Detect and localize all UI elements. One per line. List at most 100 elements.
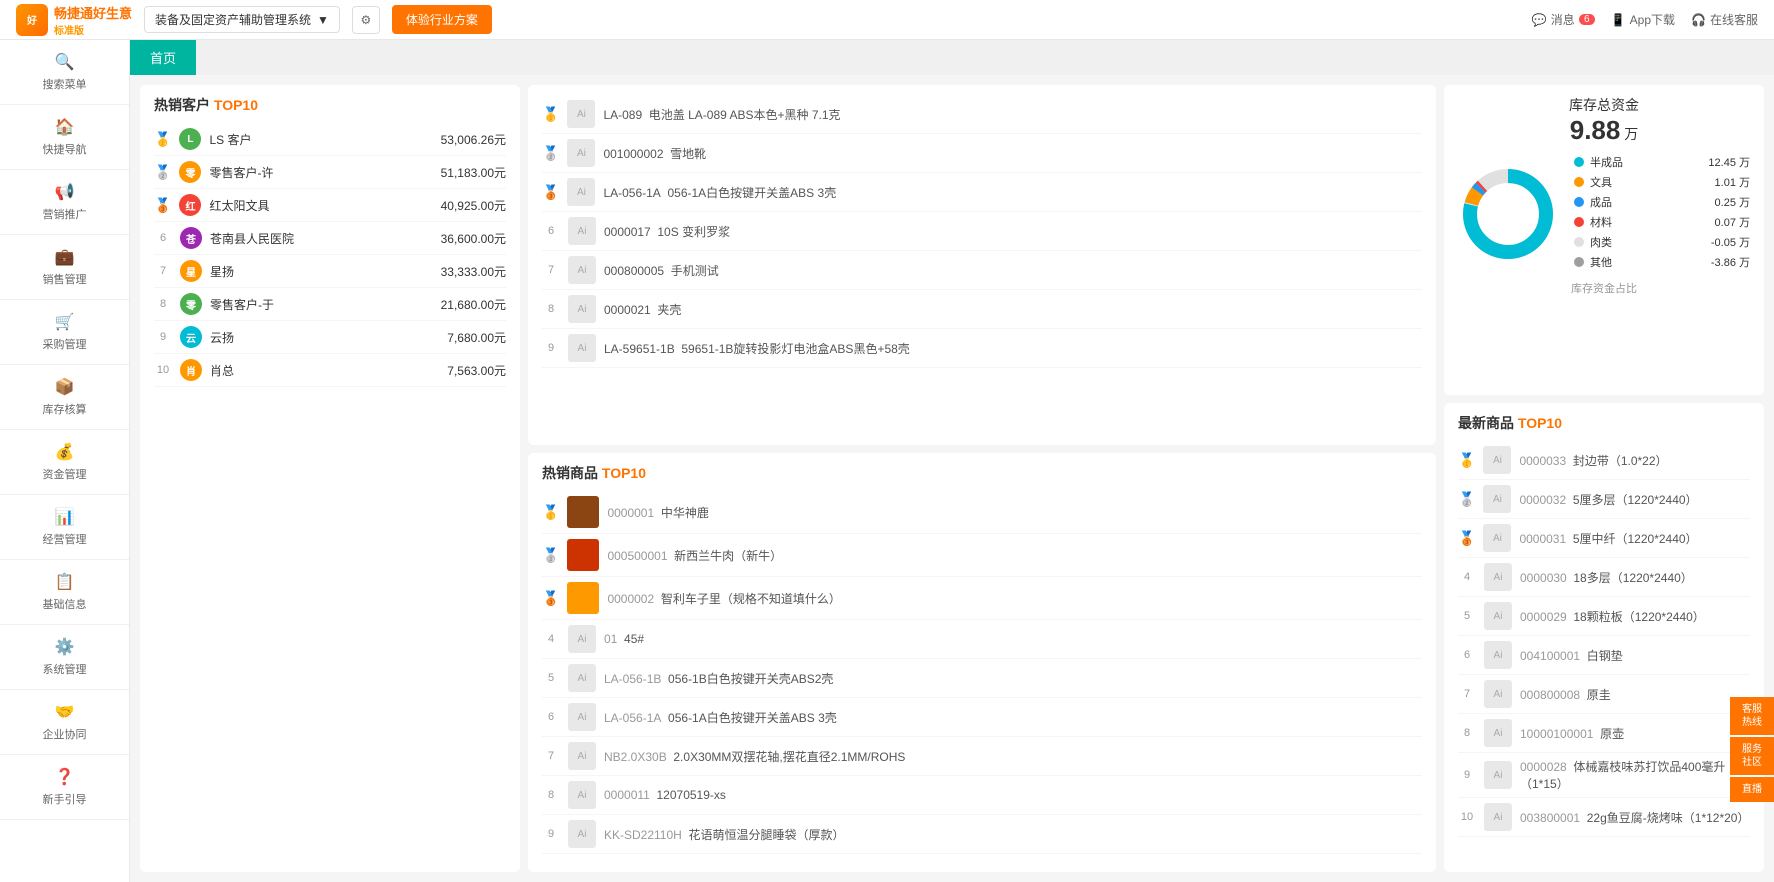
sidebar-item-finance[interactable]: 💰 资金管理 <box>0 430 129 495</box>
rank-num: 5 <box>1458 610 1476 622</box>
inventory-amount: 9.88 <box>1570 115 1621 145</box>
product-info: 0000031 5厘中纤（1220*2440） <box>1519 530 1750 547</box>
product-thumbnail: Ai <box>567 139 595 167</box>
service-item[interactable]: 🎧 在线客服 <box>1691 11 1758 28</box>
service-hotline-button[interactable]: 客服热线 <box>1730 697 1774 735</box>
legend-item: 其他 -3.86 万 <box>1574 254 1750 270</box>
customer-rank-item: 7 星 星扬 33,333.00元 <box>154 255 506 288</box>
hot-product-item: 4 Ai 01 45# <box>542 620 1422 659</box>
product-thumbnail: Ai <box>1484 563 1512 591</box>
header-right: 💬 消息 6 📱 App下载 🎧 在线客服 <box>1532 11 1758 28</box>
service-buttons: 客服热线 服务社区 直播 <box>1730 697 1774 802</box>
sidebar-item-system[interactable]: ⚙️ 系统管理 <box>0 625 129 690</box>
rank-num: 9 <box>1458 769 1476 781</box>
right-panel: 库存总资金 9.88 万 <box>1444 85 1764 872</box>
product-image-placeholder: Ai <box>568 781 596 809</box>
product-image-placeholder: Ai <box>568 820 596 848</box>
sidebar-item-guide[interactable]: ❓ 新手引导 <box>0 755 129 820</box>
legend-label: 其他 <box>1590 254 1705 270</box>
service-community-button[interactable]: 服务社区 <box>1730 737 1774 775</box>
rank-num: 8 <box>1458 727 1476 739</box>
enterprise-icon: 🤝 <box>55 702 75 722</box>
headset-icon: 🎧 <box>1691 13 1706 27</box>
hot-product-item: 🥇 0000001 中华神鹿 <box>542 491 1422 534</box>
hot-products-title: 热销商品 TOP10 <box>542 463 1422 483</box>
rank-medal: 🥉 <box>1458 530 1475 547</box>
rank-medal: 🥈 <box>542 145 559 162</box>
product-info: 0000011 12070519-xs <box>604 788 1422 802</box>
customer-name: 苍南县人民医院 <box>210 230 433 247</box>
rank-medal: 🥇 <box>542 504 559 521</box>
rank-medal: 🥇 <box>1458 452 1475 469</box>
hot-products-right-card: 🥇 Ai LA-089 电池盖 LA-089 ABS本色+黑种 7.1克 🥈 A… <box>528 85 1436 445</box>
hot-product-item: 6 Ai LA-056-1A 056-1A白色按键开关盖ABS 3壳 <box>542 698 1422 737</box>
customer-name: 云扬 <box>210 329 439 346</box>
hot-product-right-item: 🥈 Ai 001000002 雪地靴 <box>542 134 1422 173</box>
customer-name: 零售客户-于 <box>210 296 433 313</box>
sidebar-item-basic[interactable]: 📋 基础信息 <box>0 560 129 625</box>
rank-medal: 🥇 <box>154 131 171 148</box>
sidebar-shortcut-label: 快捷导航 <box>43 141 87 157</box>
hot-product-right-item: 9 Ai LA-59651-1B 59651-1B旋转投影灯电池盒ABS黑色+5… <box>542 329 1422 368</box>
sidebar-item-enterprise[interactable]: 🤝 企业协同 <box>0 690 129 755</box>
left-panel: 热销客户 TOP10 🥇 L LS 客户 53,006.26元 🥈 零 零售客户… <box>140 85 520 872</box>
hot-product-right-item: 🥇 Ai LA-089 电池盖 LA-089 ABS本色+黑种 7.1克 <box>542 95 1422 134</box>
chart-area: 半成品 12.45 万 文具 1.01 万 成品 0.25 万 材料 0.07 … <box>1458 154 1750 274</box>
sidebar-item-shortcut[interactable]: 🏠 快捷导航 <box>0 105 129 170</box>
hot-product-item: 8 Ai 0000011 12070519-xs <box>542 776 1422 815</box>
sidebar-item-sales[interactable]: 💼 销售管理 <box>0 235 129 300</box>
rank-num: 6 <box>154 232 172 244</box>
customer-amount: 36,600.00元 <box>441 230 506 247</box>
product-info: 004100001 白钢垫 <box>1520 647 1750 664</box>
trial-button[interactable]: 体验行业方案 <box>392 5 492 34</box>
product-thumbnail: Ai <box>1484 641 1512 669</box>
rank-num: 5 <box>542 672 560 684</box>
product-thumbnail: Ai <box>1483 524 1511 552</box>
legend-label: 材料 <box>1590 214 1709 230</box>
product-thumbnail: Ai <box>1484 680 1512 708</box>
sidebar-item-marketing[interactable]: 📢 营销推广 <box>0 170 129 235</box>
finance-icon: 💰 <box>55 442 75 462</box>
product-thumbnail: Ai <box>1484 803 1512 831</box>
product-image-placeholder: Ai <box>568 703 596 731</box>
legend-label: 半成品 <box>1590 154 1702 170</box>
hot-product-item: 7 Ai NB2.0X30B 2.0X30MM双摆花轴,摆花直径2.1MM/RO… <box>542 737 1422 776</box>
product-info: 0000028 体械嘉枝味苏打饮品400毫升（1*15） <box>1520 758 1750 792</box>
sidebar-item-operation[interactable]: 📊 经营管理 <box>0 495 129 560</box>
app-download-item[interactable]: 📱 App下载 <box>1611 11 1675 28</box>
customer-avatar: 零 <box>180 293 202 315</box>
sidebar-item-inventory[interactable]: 📦 库存核算 <box>0 365 129 430</box>
message-item[interactable]: 💬 消息 6 <box>1532 11 1595 28</box>
rank-num: 8 <box>542 789 560 801</box>
rank-medal: 🥈 <box>1458 491 1475 508</box>
message-badge: 6 <box>1579 14 1595 25</box>
customer-amount: 7,680.00元 <box>447 329 506 346</box>
legend-dot <box>1574 177 1584 187</box>
new-products-title: 最新商品 TOP10 <box>1458 413 1750 433</box>
sidebar-item-purchase[interactable]: 🛒 采购管理 <box>0 300 129 365</box>
sidebar-item-search[interactable]: 🔍 搜索菜单 <box>0 40 129 105</box>
rank-num: 7 <box>542 750 560 762</box>
product-info: 0000002 智利车子里（规格不知道填什么） <box>607 590 1422 607</box>
sidebar-system-label: 系统管理 <box>43 661 87 677</box>
product-image <box>567 539 599 571</box>
rank-num: 8 <box>154 298 172 310</box>
system-selector[interactable]: 装备及固定资产辅助管理系统 ▼ <box>144 6 340 33</box>
system-icon: ⚙️ <box>55 637 75 657</box>
product-code-name: 000800005 手机测试 <box>604 262 1422 279</box>
product-info: 003800001 22g鱼豆腐-烧烤味（1*12*20） <box>1520 809 1750 826</box>
rank-medal: 🥉 <box>542 184 559 201</box>
logo-area: 好 畅捷通好生意 标准版 <box>16 3 132 37</box>
product-info: 01 45# <box>604 632 1422 646</box>
hot-product-item: 🥈 000500001 新西兰牛肉（新牛） <box>542 534 1422 577</box>
rank-num: 6 <box>542 225 560 237</box>
nav-tabs: 首页 <box>130 40 1774 75</box>
tab-home[interactable]: 首页 <box>130 40 196 75</box>
product-image <box>567 582 599 614</box>
service-live-button[interactable]: 直播 <box>1730 777 1774 802</box>
hot-product-right-item: 6 Ai 0000017 10S 变利罗浆 <box>542 212 1422 251</box>
gear-button[interactable]: ⚙ <box>352 6 380 34</box>
customer-avatar: 苍 <box>180 227 202 249</box>
basic-icon: 📋 <box>55 572 75 592</box>
rank-num: 9 <box>542 828 560 840</box>
